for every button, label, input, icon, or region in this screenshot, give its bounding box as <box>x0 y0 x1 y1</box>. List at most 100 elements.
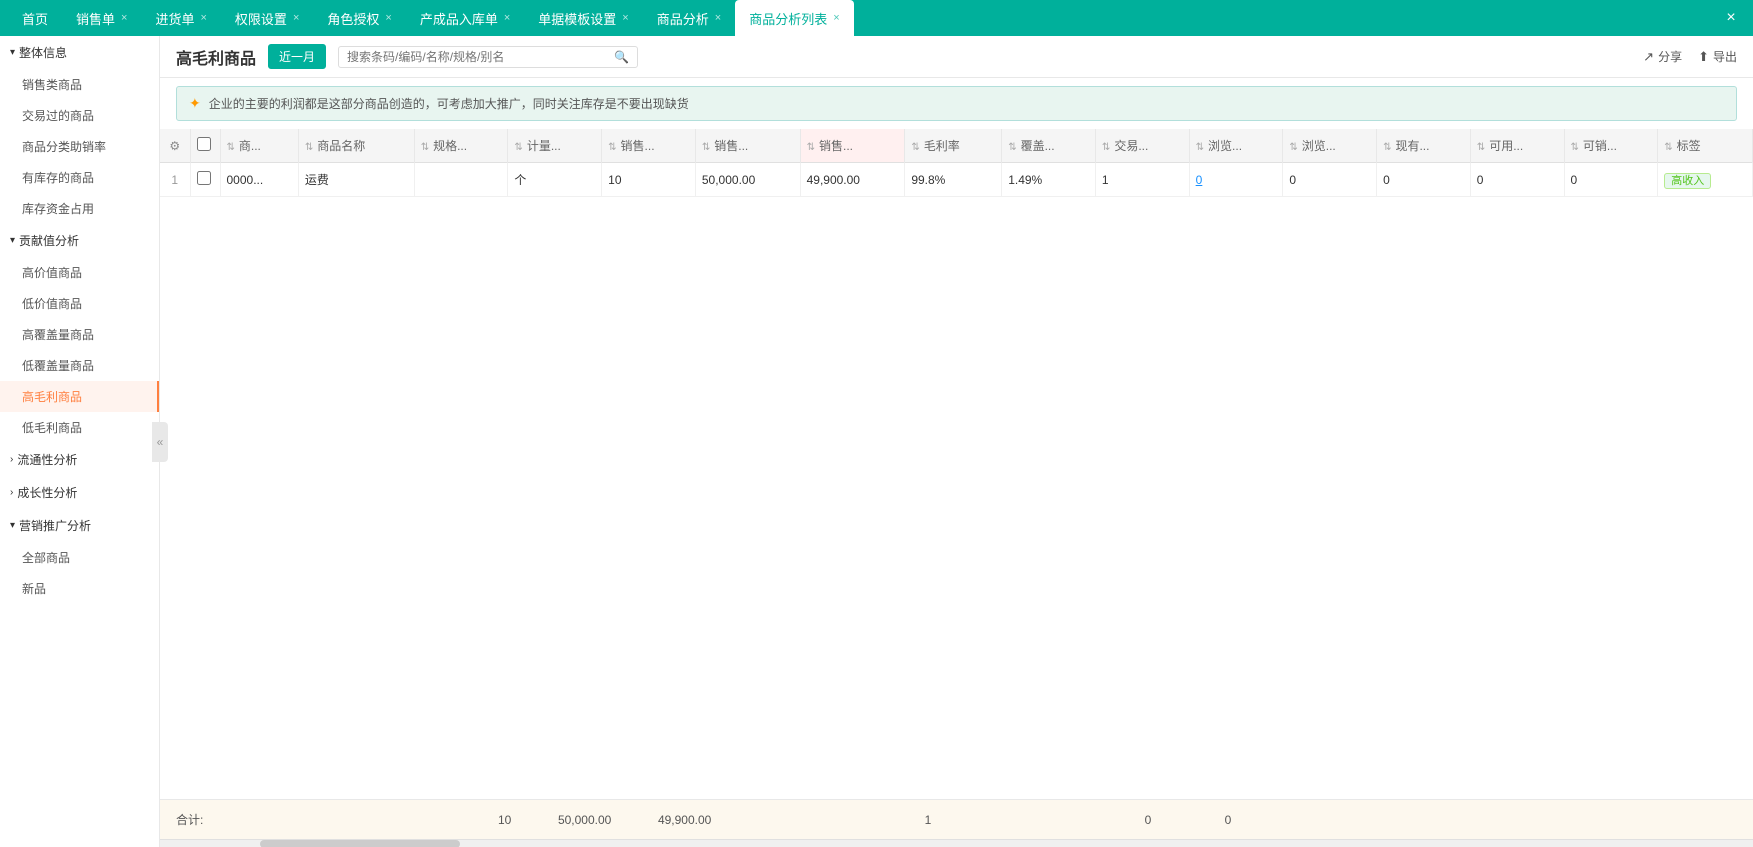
settings-icon[interactable]: ⚙ <box>169 139 180 153</box>
sidebar-group-liquidity[interactable]: › 流通性分析 <box>0 443 159 476</box>
footer-bar: 合计: 10 50,000.00 49,900.00 1 0 0 <box>160 799 1753 839</box>
scrollbar-thumb[interactable] <box>260 840 460 847</box>
select-all-checkbox[interactable] <box>197 137 211 151</box>
table-header-row: ⚙ ⇅商... ⇅商品名称 ⇅规格... ⇅计量... ⇅销售... ⇅销售..… <box>160 129 1753 163</box>
arrow-right-icon-2: › <box>10 487 13 498</box>
nav-close-all[interactable]: × <box>1717 4 1745 32</box>
chevron-left-icon: « <box>157 435 164 449</box>
col-sale-cost[interactable]: ⇅销售... <box>800 129 905 163</box>
cell-browse1[interactable]: 0 <box>1189 163 1283 197</box>
sort-icon: ⇅ <box>702 142 710 153</box>
nav-finished-close[interactable]: × <box>504 12 510 24</box>
sidebar-group-growth[interactable]: › 成长性分析 <box>0 476 159 509</box>
info-banner: ✦ 企业的主要的利润都是这部分商品创造的，可考虑加大推广，同时关注库存是不要出现… <box>176 86 1737 121</box>
col-code[interactable]: ⇅商... <box>220 129 298 163</box>
info-icon: ✦ <box>189 95 201 112</box>
sidebar-group-marketing[interactable]: ▾ 营销推广分析 <box>0 509 159 542</box>
sidebar-group-overall[interactable]: ▾ 整体信息 <box>0 36 159 69</box>
col-name[interactable]: ⇅商品名称 <box>298 129 414 163</box>
col-sale-amount[interactable]: ⇅销售... <box>695 129 800 163</box>
sidebar-group-contribution[interactable]: ▾ 贡献值分析 <box>0 224 159 257</box>
col-tag[interactable]: ⇅标签 <box>1658 129 1753 163</box>
data-table: ⚙ ⇅商... ⇅商品名称 ⇅规格... ⇅计量... ⇅销售... ⇅销售..… <box>160 129 1753 197</box>
col-browse2[interactable]: ⇅浏览... <box>1283 129 1377 163</box>
sidebar-item-stock-goods[interactable]: 有库存的商品 <box>0 162 159 193</box>
nav-sales-close[interactable]: × <box>121 12 127 24</box>
sidebar-item-low-margin[interactable]: 低毛利商品 <box>0 412 159 443</box>
col-trade-times[interactable]: ⇅交易... <box>1095 129 1189 163</box>
nav-sales[interactable]: 销售单 × <box>62 0 141 36</box>
col-saleable-stock[interactable]: ⇅可销... <box>1564 129 1658 163</box>
nav-template-close[interactable]: × <box>622 12 628 24</box>
cell-tag: 高收入 <box>1658 163 1753 197</box>
col-spec[interactable]: ⇅规格... <box>414 129 508 163</box>
row-select-checkbox[interactable] <box>197 171 211 185</box>
sidebar-item-low-value[interactable]: 低价值商品 <box>0 288 159 319</box>
sidebar-item-all-goods[interactable]: 全部商品 <box>0 542 159 573</box>
share-btn[interactable]: ↗ 分享 <box>1643 48 1682 65</box>
nav-permissions-close[interactable]: × <box>293 12 299 24</box>
nav-roles-close[interactable]: × <box>385 12 391 24</box>
nav-goods-analysis-list[interactable]: 商品分析列表 × <box>735 0 853 36</box>
search-box: 🔍 <box>338 46 638 68</box>
search-input[interactable] <box>347 50 608 64</box>
sidebar-item-stock-capital[interactable]: 库存资金占用 <box>0 193 159 224</box>
sidebar-item-new-goods[interactable]: 新品 <box>0 573 159 604</box>
footer-sale-amount: 50,000.00 <box>519 813 619 827</box>
footer-cells: 10 50,000.00 49,900.00 1 0 0 <box>219 813 1239 827</box>
row-checkbox[interactable] <box>190 163 220 197</box>
col-settings[interactable]: ⚙ <box>160 129 190 163</box>
col-sale-qty[interactable]: ⇅销售... <box>602 129 696 163</box>
export-icon: ⬆ <box>1698 49 1709 65</box>
browse1-link[interactable]: 0 <box>1196 173 1203 187</box>
footer-sale-cost: 49,900.00 <box>619 813 719 827</box>
table-container[interactable]: ⚙ ⇅商... ⇅商品名称 ⇅规格... ⇅计量... ⇅销售... ⇅销售..… <box>160 129 1753 799</box>
nav-goods-list-close[interactable]: × <box>833 12 839 24</box>
sidebar-item-high-value[interactable]: 高价值商品 <box>0 257 159 288</box>
nav-template-settings[interactable]: 单据模板设置 × <box>524 0 642 36</box>
cell-browse2: 0 <box>1283 163 1377 197</box>
col-browse1[interactable]: ⇅浏览... <box>1189 129 1283 163</box>
sort-icon: ⇅ <box>911 142 919 153</box>
row-number: 1 <box>160 163 190 197</box>
sidebar-item-high-coverage[interactable]: 高覆盖量商品 <box>0 319 159 350</box>
col-available-stock[interactable]: ⇅可用... <box>1470 129 1564 163</box>
sidebar-item-high-margin[interactable]: 高毛利商品 <box>0 381 159 412</box>
sort-icon: ⇅ <box>1102 142 1110 153</box>
cell-unit: 个 <box>508 163 602 197</box>
sort-icon: ⇅ <box>1477 142 1485 153</box>
nav-goods-analysis[interactable]: 商品分析 × <box>643 0 735 36</box>
export-btn[interactable]: ⬆ 导出 <box>1698 48 1737 65</box>
nav-permissions[interactable]: 权限设置 × <box>221 0 313 36</box>
col-gross-margin[interactable]: ⇅毛利率 <box>905 129 1002 163</box>
nav-finished-goods[interactable]: 产成品入库单 × <box>406 0 524 36</box>
col-unit[interactable]: ⇅计量... <box>508 129 602 163</box>
sort-icon: ⇅ <box>1571 142 1579 153</box>
sidebar: ▾ 整体信息 销售类商品 交易过的商品 商品分类助销率 有库存的商品 库存资金占… <box>0 36 160 847</box>
sort-icon: ⇅ <box>807 142 815 153</box>
sidebar-item-category-rate[interactable]: 商品分类助销率 <box>0 131 159 162</box>
footer-trade-times: 1 <box>859 813 939 827</box>
nav-roles[interactable]: 角色授权 × <box>313 0 405 36</box>
arrow-right-icon: › <box>10 454 13 465</box>
cell-available-stock: 0 <box>1470 163 1564 197</box>
nav-purchase[interactable]: 进货单 × <box>141 0 220 36</box>
filter-recent-month-btn[interactable]: 近一月 <box>268 44 326 69</box>
sidebar-collapse-btn[interactable]: « <box>152 422 168 462</box>
sort-icon: ⇅ <box>1383 142 1391 153</box>
nav-purchase-close[interactable]: × <box>200 12 206 24</box>
sidebar-item-sales-goods[interactable]: 销售类商品 <box>0 69 159 100</box>
nav-goods-analysis-close[interactable]: × <box>715 12 721 24</box>
footer-sale-qty-val: 10 <box>459 813 519 827</box>
col-coverage[interactable]: ⇅覆盖... <box>1002 129 1096 163</box>
col-current-stock[interactable]: ⇅现有... <box>1377 129 1471 163</box>
scrollbar-area[interactable] <box>160 839 1753 847</box>
sidebar-wrapper: ▾ 整体信息 销售类商品 交易过的商品 商品分类助销率 有库存的商品 库存资金占… <box>0 36 160 847</box>
sidebar-item-low-coverage[interactable]: 低覆盖量商品 <box>0 350 159 381</box>
search-icon[interactable]: 🔍 <box>614 50 629 64</box>
sort-icon: ⇅ <box>1196 142 1204 153</box>
sidebar-item-traded-goods[interactable]: 交易过的商品 <box>0 100 159 131</box>
footer-spacer1 <box>719 813 859 827</box>
nav-home[interactable]: 首页 <box>8 0 62 36</box>
cell-code: 0000... <box>220 163 298 197</box>
